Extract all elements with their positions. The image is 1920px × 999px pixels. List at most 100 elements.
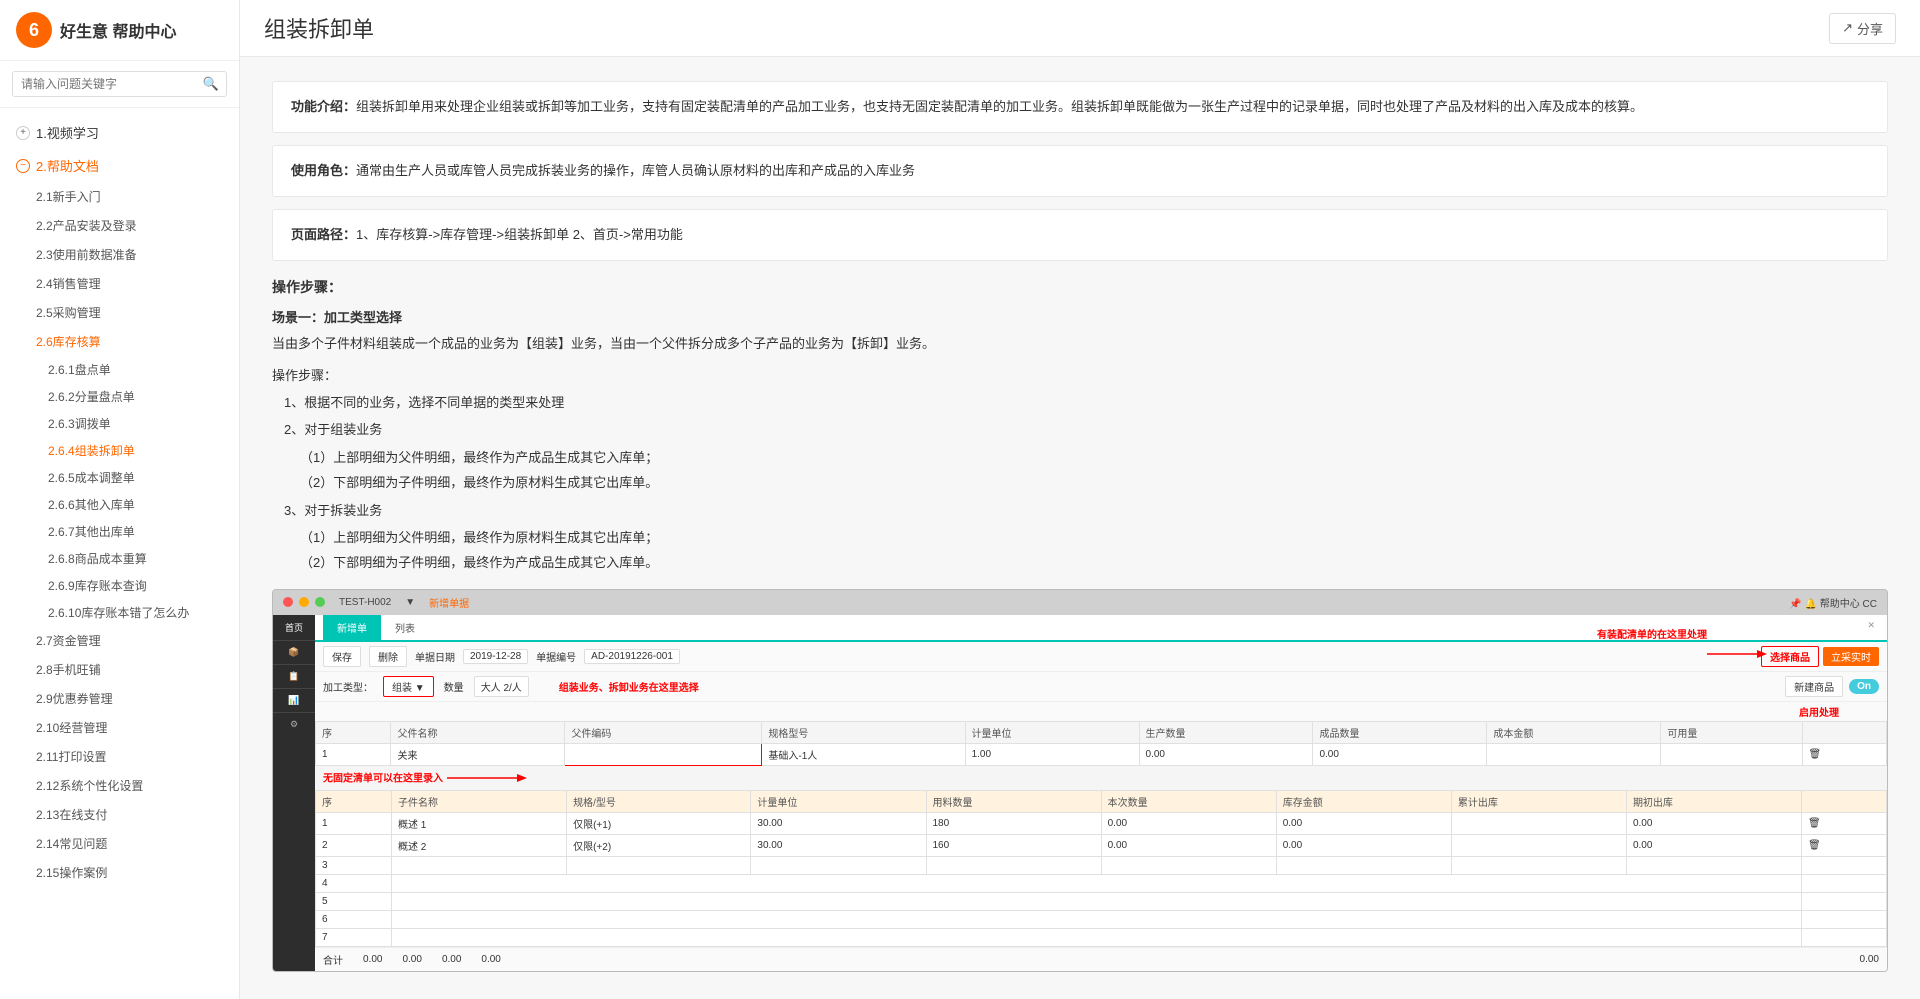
minus-icon: − [16,159,30,173]
cell-b2-qty2: 0.00 [1101,834,1276,856]
step1: 1、根据不同的业务，选择不同单据的类型来处理 [284,391,1888,414]
sidebar-item-1-label: 1.视频学习 [36,123,99,142]
search-bar: 🔍 [0,61,239,108]
sidebar-item-2-9[interactable]: 2.9优惠券管理 [0,684,239,713]
mock-form-header: 保存 删除 单据日期 2019-12-28 单据编号 AD-20191226-0… [315,642,1887,672]
cell-b2-act: 🗑 [1802,834,1887,856]
sidebar-item-2[interactable]: − 2.帮助文档 [0,149,239,182]
cell-b-init: 0.00 [1626,812,1801,834]
sidebar-item-2-10[interactable]: 2.10经营管理 [0,713,239,742]
mock-date-val: 2019-12-28 [463,649,528,664]
col-b-qty: 用料数量 [926,790,1101,812]
mock-total-2: 0.00 [402,954,421,965]
col-seq: 序 [316,721,391,743]
sc-title: TEST-H002 [339,597,391,608]
mock-nav-icon4: ⚙ [273,713,315,736]
cell-b7-empty [391,928,1801,946]
cell-b-unit: 30.00 [751,812,926,834]
sidebar-item-2-6-2[interactable]: 2.6.2分量盘点单 [0,383,239,410]
table-row: 1 关来 基础入-1人 1.00 0.00 0.00 [316,743,1887,765]
mock-right-btns: 选择商品 立采实时 [1761,646,1879,667]
sidebar-item-2-12[interactable]: 2.12系统个性化设置 [0,771,239,800]
cell-b2-name: 概述 2 [391,834,566,856]
col-cost: 成本金额 [1487,721,1661,743]
sidebar-item-2-6-6[interactable]: 2.6.6其他入库单 [0,491,239,518]
col-b-spec: 规格/型号 [567,790,751,812]
sidebar-item-2-13[interactable]: 2.13在线支付 [0,800,239,829]
sidebar: 6 好生意 帮助中心 🔍 + 1.视频学习 − 2.帮助文档 2.1新手入门 2… [0,0,240,999]
mock-total-label: 合计 [323,952,343,967]
mock-top-table: 序 父件名称 父件编码 规格型号 计量单位 生产数量 成品数量 成本金额 可用量 [315,721,1887,766]
sidebar-item-2-6-1[interactable]: 2.6.1盘点单 [0,356,239,383]
sidebar-item-2-label: 2.帮助文档 [36,156,99,175]
cell-finish: 0.00 [1313,743,1487,765]
sidebar-item-2-6-3[interactable]: 2.6.3调拨单 [0,410,239,437]
sidebar-item-2-11[interactable]: 2.11打印设置 [0,742,239,771]
sidebar-item-2-14[interactable]: 2.14常见问题 [0,829,239,858]
col-b-unit: 计量单位 [751,790,926,812]
mock-right-enable: 新建商品 On [1785,676,1879,697]
sidebar-item-2-6-7[interactable]: 2.6.7其他出库单 [0,518,239,545]
sidebar-item-2-6-9[interactable]: 2.6.9库存账本查询 [0,572,239,599]
sidebar-item-1[interactable]: + 1.视频学习 [0,116,239,149]
sidebar-item-2-6-4[interactable]: 2.6.4组装拆卸单 [0,437,239,464]
sidebar-item-2-6-5[interactable]: 2.6.5成本调整单 [0,464,239,491]
mock-nav-icon3: 📊 [273,689,315,713]
path-label: 页面路径： [291,227,356,242]
sidebar-item-2-2[interactable]: 2.2产品安装及登录 [0,211,239,240]
sidebar-item-2-1[interactable]: 2.1新手入门 [0,182,239,211]
cell-b6-seq: 6 [316,910,392,928]
share-label: 分享 [1857,19,1883,38]
mock-nav-icon1: 📦 [273,641,315,665]
step2-1: （1）上部明细为父件明细，最终作为产成品生成其它入库单； [300,446,1888,469]
sidebar-item-2-15[interactable]: 2.15操作案例 [0,858,239,887]
cell-avail [1661,743,1802,765]
sidebar-item-2-6-8[interactable]: 2.6.8商品成本重算 [0,545,239,572]
mock-nav-home: 首页 [273,615,315,641]
search-field-wrap: 🔍 [12,71,227,97]
search-input[interactable] [12,71,227,97]
col-parent-code: 父件编码 [565,721,762,743]
sidebar-item-2-6-10[interactable]: 2.6.10库存账本错了怎么办 [0,599,239,626]
sidebar-item-2-8[interactable]: 2.8手机旺铺 [0,655,239,684]
cell-b-name: 概述 1 [391,812,566,834]
col-spec: 规格型号 [762,721,965,743]
step3-1: （1）上部明细为父件明细，最终作为原材料生成其它出库单； [300,526,1888,549]
nav-section-1: + 1.视频学习 [0,116,239,149]
sidebar-item-2-6[interactable]: 2.6库存核算 [0,327,239,356]
minimize-dot [299,597,309,607]
maximize-dot [315,597,325,607]
cell-prod: 0.00 [1139,743,1313,765]
cell-seq: 1 [316,743,391,765]
cell-b3-init [1626,856,1801,874]
mock-date-label: 单据日期 [415,649,455,664]
cell-b2-qty: 160 [926,834,1101,856]
sidebar-item-2-7[interactable]: 2.7资金管理 [0,626,239,655]
share-button[interactable]: ↗ 分享 [1829,13,1896,44]
mock-bottom-table: 序 子件名称 规格/型号 计量单位 用料数量 本次数量 库存金额 累计出库 期初 [315,790,1887,947]
cell-b3-stock [1276,856,1451,874]
table-row-b-2: 2 概述 2 仅限(+2) 30.00 160 0.00 0.00 0.00 [316,834,1887,856]
path-text: 1、库存核算->库存管理->组装拆卸单 2、首页->常用功能 [356,227,683,242]
cell-spec: 基础入-1人 [762,743,965,765]
col-product-qty: 成品数量 [1313,721,1487,743]
cell-b5-act [1802,892,1887,910]
cell-row-action: 🗑 [1802,743,1886,765]
sidebar-item-2-3[interactable]: 2.3使用前数据准备 [0,240,239,269]
cell-b4-act [1802,874,1887,892]
sc-dropdown: ▼ [405,597,415,608]
annotation-1: 有装配清单的在这里处理 [1597,626,1707,641]
step2-2: （2）下部明细为子件明细，最终作为原材料生成其它出库单。 [300,471,1888,494]
mock-layout: 首页 📦 📋 📊 ⚙ 新增单 列表 ✕ [273,615,1887,971]
cell-b6-empty [391,910,1801,928]
mock-top-table-wrap: 序 父件名称 父件编码 规格型号 计量单位 生产数量 成品数量 成本金额 可用量 [315,721,1887,766]
table-row-b-3: 3 [316,856,1887,874]
nav-section-2: − 2.帮助文档 2.1新手入门 2.2产品安装及登录 2.3使用前数据准备 2… [0,149,239,887]
cell-b-seq: 1 [316,812,392,834]
col-b-name: 子件名称 [391,790,566,812]
table-row-b-4: 4 [316,874,1887,892]
mock-type-dropdown: 组装 ▼ [383,676,434,697]
table-row-b-7: 7 [316,928,1887,946]
sidebar-item-2-5[interactable]: 2.5采购管理 [0,298,239,327]
sidebar-item-2-4[interactable]: 2.4销售管理 [0,269,239,298]
